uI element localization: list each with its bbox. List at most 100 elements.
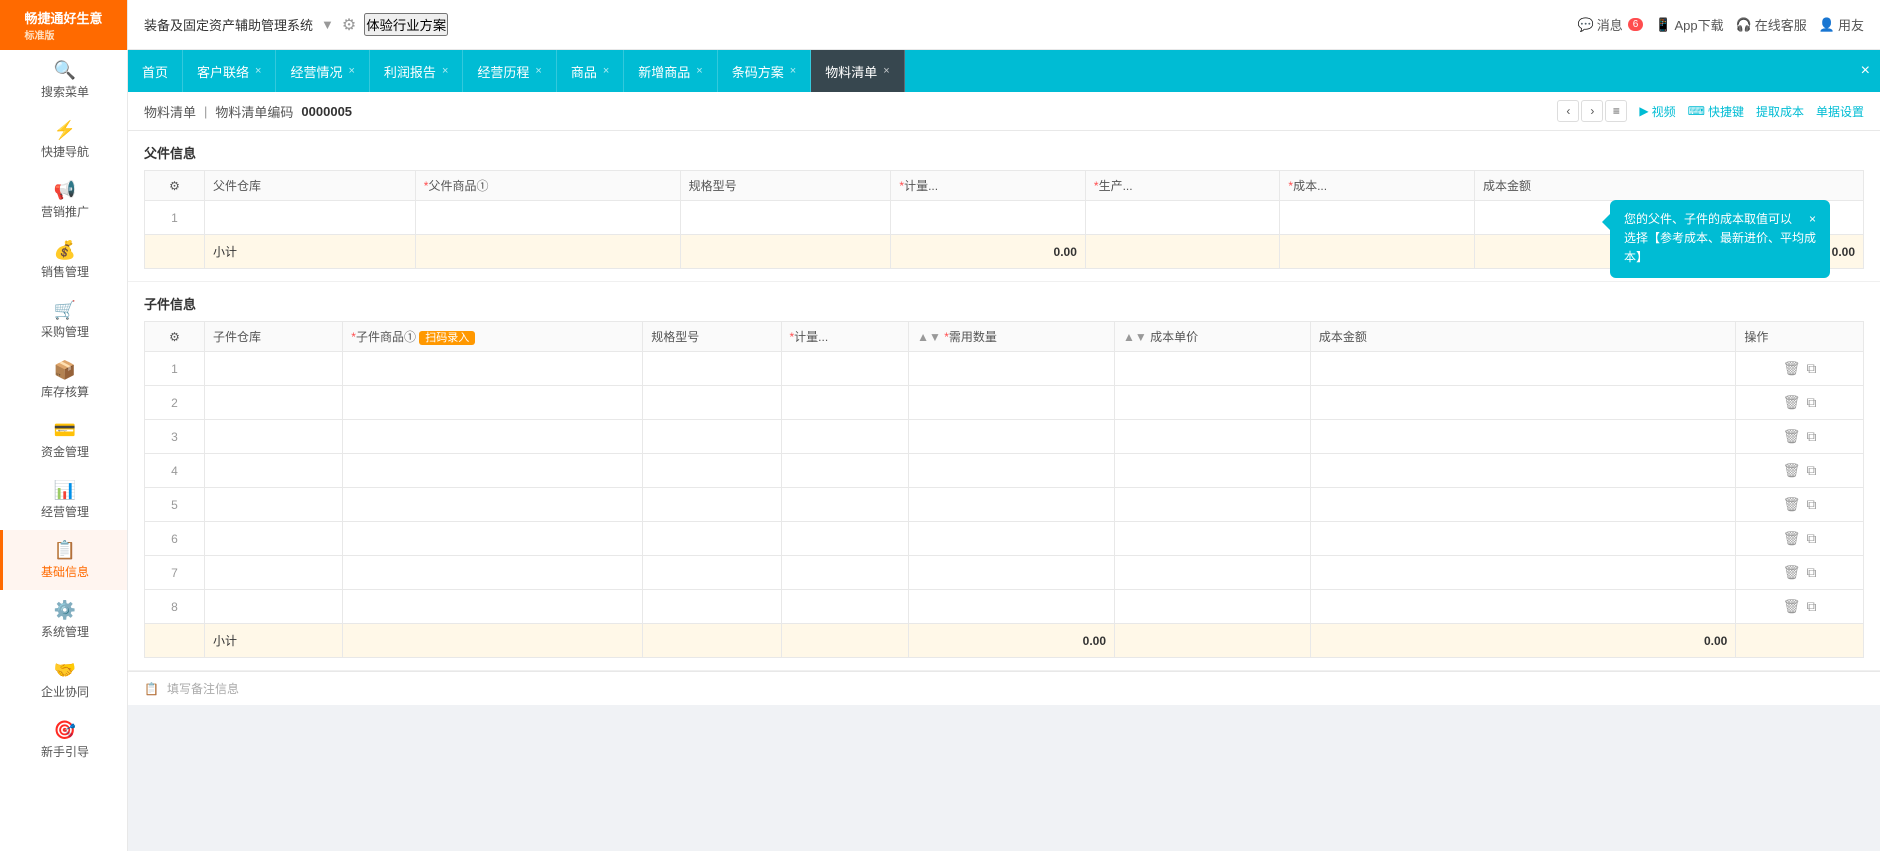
settings-icon[interactable]: ⚙	[342, 15, 356, 35]
delete-icon-6[interactable]: 🗑	[1783, 530, 1801, 547]
delete-icon-5[interactable]: 🗑	[1783, 496, 1801, 513]
sidebar-item-sales[interactable]: 💰 销售管理	[0, 230, 127, 290]
sidebar-item-operations[interactable]: 📊 经营管理	[0, 470, 127, 530]
next-arrow[interactable]: ›	[1581, 100, 1603, 122]
copy-icon-4[interactable]: ⧉	[1807, 462, 1817, 479]
child-row-2-unit-cost[interactable]	[1115, 386, 1311, 420]
child-row-4-unit[interactable]	[781, 454, 909, 488]
app-download-btn[interactable]: 📱 App下载	[1655, 15, 1723, 34]
child-row-6-unit-cost[interactable]	[1115, 522, 1311, 556]
view-video-btn[interactable]: ▶ 视频	[1639, 103, 1675, 120]
child-row-3-unit-cost[interactable]	[1115, 420, 1311, 454]
child-row-4-product[interactable]	[343, 454, 643, 488]
copy-icon-3[interactable]: ⧉	[1807, 428, 1817, 445]
child-row-1-qty[interactable]	[909, 352, 1115, 386]
breadcrumb-bom[interactable]: 物料清单	[144, 102, 196, 121]
tab-operations[interactable]: 经营情况 ×	[276, 50, 369, 92]
delete-icon-2[interactable]: 🗑	[1783, 394, 1801, 411]
bottom-text[interactable]: 填写备注信息	[167, 680, 239, 697]
parent-row-1-product[interactable]	[415, 201, 680, 235]
child-row-4-spec[interactable]	[643, 454, 781, 488]
tab-customer[interactable]: 客户联络 ×	[183, 50, 276, 92]
child-row-6-qty[interactable]	[909, 522, 1115, 556]
sidebar-item-quicknav[interactable]: ⚡ 快捷导航	[0, 110, 127, 170]
delete-icon-3[interactable]: 🗑	[1783, 428, 1801, 445]
copy-icon-2[interactable]: ⧉	[1807, 394, 1817, 411]
sidebar-item-search[interactable]: 🔍 搜索菜单	[0, 50, 127, 110]
tab-bom-close[interactable]: ×	[883, 65, 889, 77]
sidebar-item-system[interactable]: ⚙️ 系统管理	[0, 590, 127, 650]
child-row-3-product[interactable]	[343, 420, 643, 454]
trial-button[interactable]: 体验行业方案	[364, 13, 448, 36]
delete-icon-1[interactable]: 🗑	[1783, 360, 1801, 377]
parent-row-1-unit[interactable]	[891, 201, 1086, 235]
copy-icon-6[interactable]: ⧉	[1807, 530, 1817, 547]
list-view-arrow[interactable]: ≡	[1605, 100, 1627, 122]
child-row-6-spec[interactable]	[643, 522, 781, 556]
child-row-2-spec[interactable]	[643, 386, 781, 420]
sidebar-item-basic-info[interactable]: 📋 基础信息	[0, 530, 127, 590]
delete-icon-4[interactable]: 🗑	[1783, 462, 1801, 479]
child-row-1-product[interactable]	[343, 352, 643, 386]
tab-history[interactable]: 经营历程 ×	[463, 50, 556, 92]
child-row-5-warehouse[interactable]	[205, 488, 343, 522]
child-row-6-warehouse[interactable]	[205, 522, 343, 556]
child-row-5-qty[interactable]	[909, 488, 1115, 522]
child-row-3-qty[interactable]	[909, 420, 1115, 454]
sidebar-item-collab[interactable]: 🤝 企业协同	[0, 650, 127, 710]
copy-icon-8[interactable]: ⧉	[1807, 598, 1817, 615]
close-all-tabs[interactable]: ×	[1851, 62, 1880, 80]
parent-row-1-cost[interactable]	[1280, 201, 1475, 235]
child-row-7-qty[interactable]	[909, 556, 1115, 590]
tab-profit-close[interactable]: ×	[442, 65, 448, 77]
child-row-1-warehouse[interactable]	[205, 352, 343, 386]
dropdown-arrow-icon[interactable]: ▼	[321, 17, 334, 32]
sidebar-item-inventory[interactable]: 📦 库存核算	[0, 350, 127, 410]
child-row-5-unit[interactable]	[781, 488, 909, 522]
parent-row-1-warehouse[interactable]	[205, 201, 416, 235]
copy-icon-5[interactable]: ⧉	[1807, 496, 1817, 513]
extract-cost-btn[interactable]: 提取成本	[1756, 103, 1804, 120]
sidebar-item-purchase[interactable]: 🛒 采购管理	[0, 290, 127, 350]
delete-icon-8[interactable]: 🗑	[1783, 598, 1801, 615]
child-row-6-product[interactable]	[343, 522, 643, 556]
child-row-6-unit[interactable]	[781, 522, 909, 556]
child-row-8-qty[interactable]	[909, 590, 1115, 624]
child-row-7-warehouse[interactable]	[205, 556, 343, 590]
copy-icon-1[interactable]: ⧉	[1807, 360, 1817, 377]
shortcut-btn[interactable]: ⌨ 快捷键	[1688, 103, 1744, 120]
child-row-7-unit[interactable]	[781, 556, 909, 590]
child-row-4-unit-cost[interactable]	[1115, 454, 1311, 488]
child-row-4-qty[interactable]	[909, 454, 1115, 488]
tab-bom[interactable]: 物料清单 ×	[811, 50, 904, 92]
tab-home[interactable]: 首页	[128, 50, 183, 92]
tab-profit[interactable]: 利润报告 ×	[370, 50, 463, 92]
copy-icon-7[interactable]: ⧉	[1807, 564, 1817, 581]
child-row-4-warehouse[interactable]	[205, 454, 343, 488]
child-row-2-unit[interactable]	[781, 386, 909, 420]
scan-badge[interactable]: 扫码录入	[419, 331, 475, 345]
child-row-1-unit-cost[interactable]	[1115, 352, 1311, 386]
child-row-2-warehouse[interactable]	[205, 386, 343, 420]
message-icon-btn[interactable]: 💬 消息 6	[1578, 15, 1644, 34]
child-row-3-unit[interactable]	[781, 420, 909, 454]
sidebar-item-finance[interactable]: 💳 资金管理	[0, 410, 127, 470]
tab-new-product[interactable]: 新增商品 ×	[624, 50, 717, 92]
sidebar-item-marketing[interactable]: 📢 营销推广	[0, 170, 127, 230]
tab-history-close[interactable]: ×	[535, 65, 541, 77]
delete-icon-7[interactable]: 🗑	[1783, 564, 1801, 581]
child-th-settings[interactable]: ⚙	[145, 322, 205, 352]
child-row-2-product[interactable]	[343, 386, 643, 420]
tab-product-close[interactable]: ×	[603, 65, 609, 77]
child-row-1-unit[interactable]	[781, 352, 909, 386]
single-settings-btn[interactable]: 单据设置	[1816, 103, 1864, 120]
tab-barcode-close[interactable]: ×	[790, 65, 796, 77]
tab-product[interactable]: 商品 ×	[557, 50, 624, 92]
child-row-7-unit-cost[interactable]	[1115, 556, 1311, 590]
parent-row-1-spec[interactable]	[680, 201, 891, 235]
child-row-7-spec[interactable]	[643, 556, 781, 590]
child-row-8-unit[interactable]	[781, 590, 909, 624]
child-row-3-warehouse[interactable]	[205, 420, 343, 454]
tooltip-close-btn[interactable]: ×	[1809, 210, 1816, 229]
tab-barcode[interactable]: 条码方案 ×	[718, 50, 811, 92]
